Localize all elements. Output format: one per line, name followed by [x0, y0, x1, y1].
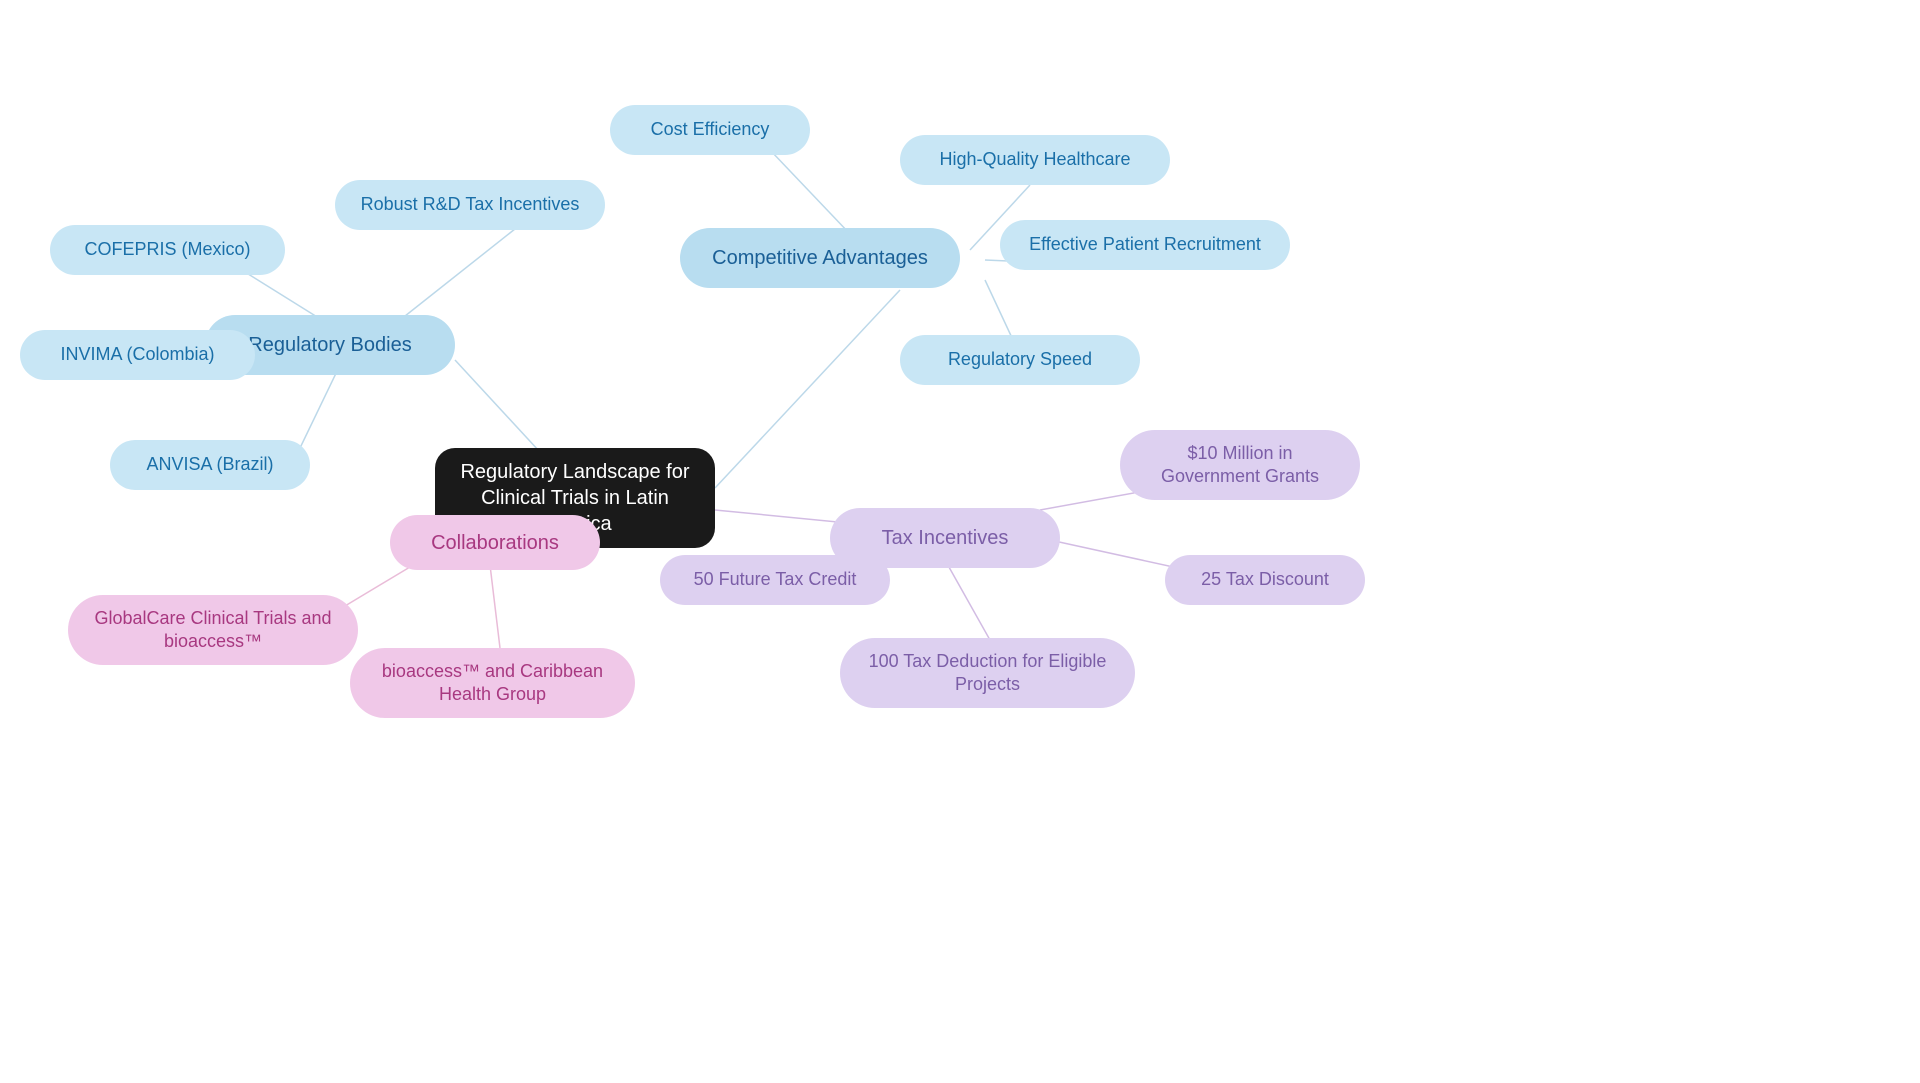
bioaccess-node: bioaccess™ and Caribbean Health Group [350, 648, 635, 718]
regulatory-speed-node: Regulatory Speed [900, 335, 1140, 385]
future-tax-credit-node: 50 Future Tax Credit [660, 555, 890, 605]
globalcare-label: GlobalCare Clinical Trials and bioaccess… [90, 607, 336, 654]
collaborations-label: Collaborations [431, 530, 559, 556]
anvisa-label: ANVISA (Brazil) [146, 453, 273, 476]
tax-discount-label: 25 Tax Discount [1201, 568, 1329, 591]
high-quality-healthcare-label: High-Quality Healthcare [939, 148, 1130, 171]
tax-incentives-label: Tax Incentives [882, 525, 1009, 551]
future-tax-credit-label: 50 Future Tax Credit [694, 568, 857, 591]
bioaccess-label: bioaccess™ and Caribbean Health Group [372, 660, 613, 707]
robust-rnd-label: Robust R&D Tax Incentives [361, 193, 580, 216]
competitive-advantages-label: Competitive Advantages [712, 245, 928, 271]
collaborations-node: Collaborations [390, 515, 600, 570]
invima-label: INVIMA (Colombia) [60, 343, 214, 366]
cost-efficiency-node: Cost Efficiency [610, 105, 810, 155]
tax-deduction-node: 100 Tax Deduction for Eligible Projects [840, 638, 1135, 708]
gov-grants-label: $10 Million in Government Grants [1142, 442, 1338, 489]
globalcare-node: GlobalCare Clinical Trials and bioaccess… [68, 595, 358, 665]
mindmap-container: Regulatory Landscape for Clinical Trials… [0, 0, 1920, 1083]
high-quality-healthcare-node: High-Quality Healthcare [900, 135, 1170, 185]
effective-patient-recruitment-node: Effective Patient Recruitment [1000, 220, 1290, 270]
invima-node: INVIMA (Colombia) [20, 330, 255, 380]
tax-discount-node: 25 Tax Discount [1165, 555, 1365, 605]
tax-deduction-label: 100 Tax Deduction for Eligible Projects [862, 650, 1113, 697]
anvisa-node: ANVISA (Brazil) [110, 440, 310, 490]
robust-rnd-node: Robust R&D Tax Incentives [335, 180, 605, 230]
cost-efficiency-label: Cost Efficiency [651, 118, 770, 141]
cofepris-label: COFEPRIS (Mexico) [84, 238, 250, 261]
regulatory-speed-label: Regulatory Speed [948, 348, 1092, 371]
competitive-advantages-node: Competitive Advantages [680, 228, 960, 288]
gov-grants-node: $10 Million in Government Grants [1120, 430, 1360, 500]
cofepris-node: COFEPRIS (Mexico) [50, 225, 285, 275]
regulatory-bodies-label: Regulatory Bodies [248, 332, 411, 358]
effective-patient-recruitment-label: Effective Patient Recruitment [1029, 233, 1261, 256]
